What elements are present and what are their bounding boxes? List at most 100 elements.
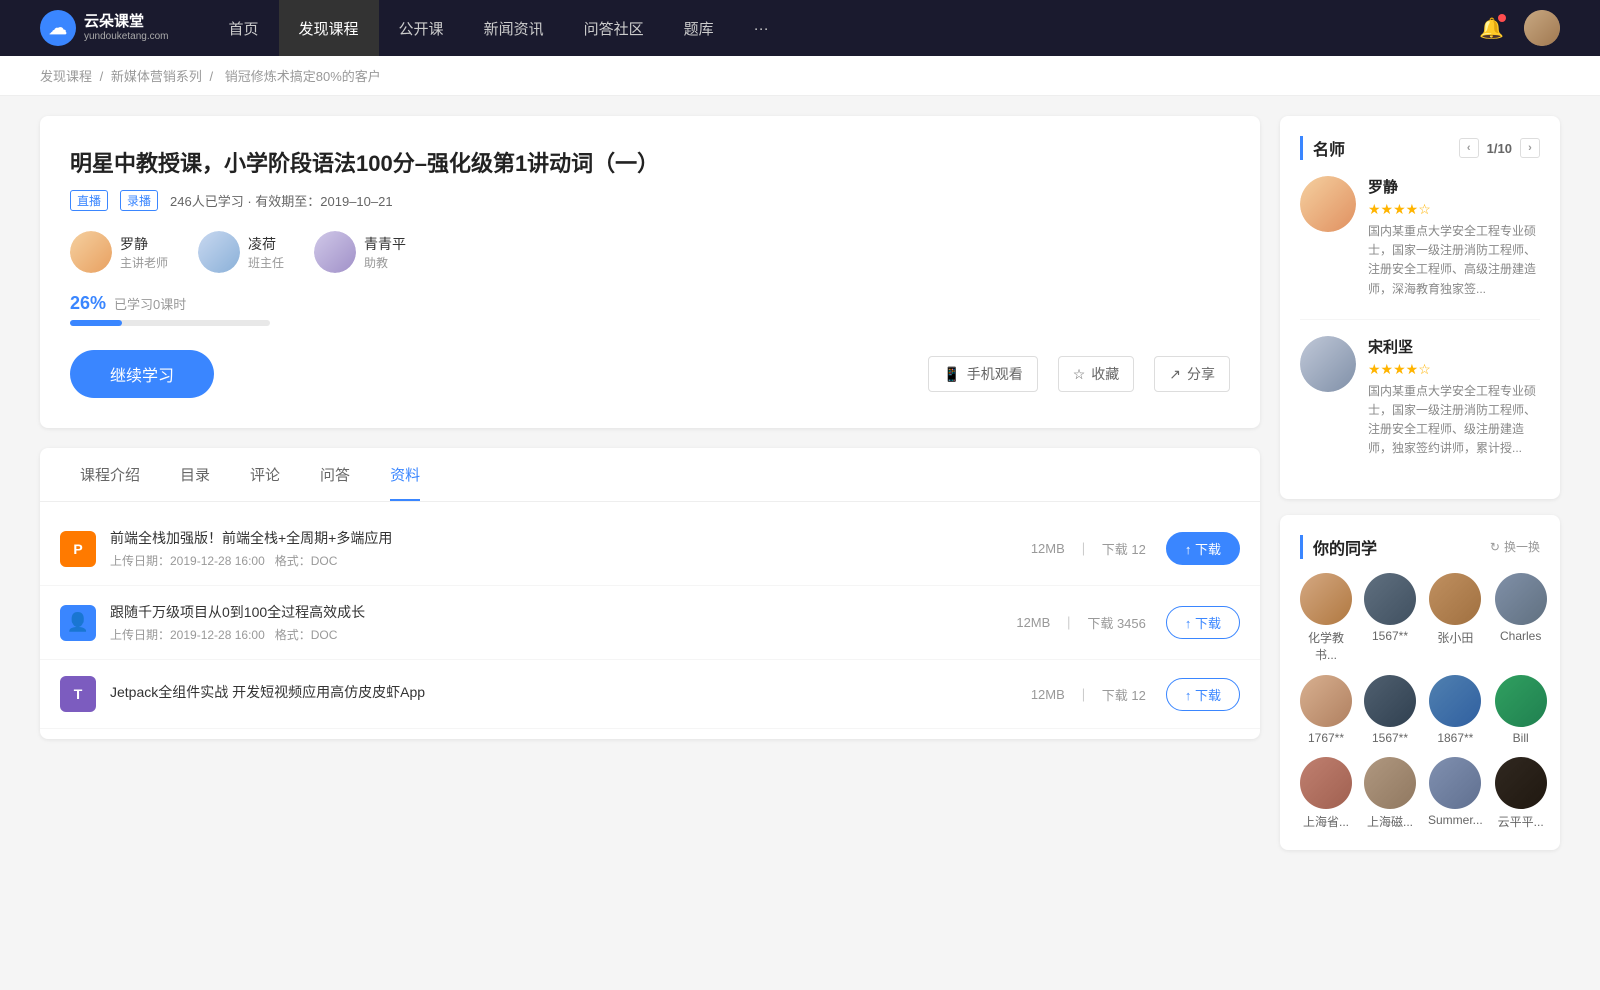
teacher-divider [1300, 319, 1540, 320]
course-actions: 继续学习 📱 手机观看 ☆ 收藏 ↗ 分享 [70, 350, 1230, 398]
breadcrumb-sep-2: / [210, 69, 217, 84]
breadcrumb: 发现课程 / 新媒体营销系列 / 销冠修炼术搞定80%的客户 [0, 56, 1600, 96]
favorite-button[interactable]: ☆ 收藏 [1058, 356, 1135, 392]
student-5-avatar [1300, 675, 1352, 727]
teacher-2-name: 凌荷 [248, 234, 284, 254]
mobile-icon: 📱 [943, 366, 960, 383]
student-9-name: 上海省... [1303, 813, 1349, 830]
next-teacher-arrow[interactable]: › [1520, 138, 1540, 158]
teacher-1-role: 主讲老师 [120, 254, 168, 271]
nav-open[interactable]: 公开课 [379, 0, 464, 56]
teacher-2-avatar [198, 231, 240, 273]
nav-discover[interactable]: 发现课程 [279, 0, 379, 56]
nav-news[interactable]: 新闻资讯 [464, 0, 564, 56]
sidebar-teacher-1-img [1300, 176, 1356, 232]
famous-teachers-title: 名师 ‹ 1/10 › [1300, 136, 1540, 160]
progress-section: 26% 已学习0课时 [70, 293, 1230, 326]
teacher-3-avatar [314, 231, 356, 273]
teacher-3-avatar-img [314, 231, 356, 273]
classmates-title: 你的同学 [1300, 535, 1377, 559]
tab-qa[interactable]: 问答 [300, 448, 370, 501]
share-label: 分享 [1187, 364, 1215, 384]
nav-right: 🔔 [1479, 10, 1560, 46]
mobile-watch-button[interactable]: 📱 手机观看 [928, 356, 1037, 392]
student-3-avatar [1429, 573, 1481, 625]
teacher-2-role: 班主任 [248, 254, 284, 271]
teacher-1: 罗静 主讲老师 [70, 231, 168, 273]
teacher-page: 1/10 [1487, 141, 1512, 156]
tab-intro[interactable]: 课程介绍 [60, 448, 160, 501]
student-6: 1567** [1364, 675, 1416, 745]
student-5: 1767** [1300, 675, 1352, 745]
teacher-3-info: 青青平 助教 [364, 234, 406, 271]
famous-teachers-card: 名师 ‹ 1/10 › 罗静 ★★★★☆ [1280, 116, 1560, 499]
download-button-1[interactable]: ↑ 下载 [1166, 532, 1240, 565]
main-layout: 明星中教授课，小学阶段语法100分–强化级第1讲动词（一） 直播 录播 246人… [0, 96, 1600, 886]
progress-bar-fill [70, 320, 122, 326]
tab-resources[interactable]: 资料 [370, 448, 440, 501]
user-avatar[interactable] [1524, 10, 1560, 46]
sidebar-teacher-2-info: 宋利坚 ★★★★☆ 国内某重点大学安全工程专业硕士，国家一级注册消防工程师、注册… [1368, 336, 1540, 459]
teacher-3: 青青平 助教 [314, 231, 406, 273]
sidebar-teacher-1-stars: ★★★★☆ [1368, 201, 1540, 218]
teachers-list: 罗静 主讲老师 凌荷 班主任 [70, 231, 1230, 273]
download-button-2[interactable]: ↑ 下载 [1166, 606, 1240, 639]
sidebar-teacher-2-img [1300, 336, 1356, 392]
nav-items: 首页 发现课程 公开课 新闻资讯 问答社区 题库 ··· [209, 0, 1480, 56]
breadcrumb-link-series[interactable]: 新媒体营销系列 [111, 69, 202, 84]
resource-item: P 前端全栈加强版！前端全栈+全周期+多端应用 上传日期：2019-12-28 … [40, 512, 1260, 586]
logo[interactable]: ☁ 云朵课堂 yundouketang.com [40, 10, 169, 46]
logo-text: 云朵课堂 yundouketang.com [84, 13, 169, 43]
resource-name-1: 前端全栈加强版！前端全栈+全周期+多端应用 [110, 528, 1031, 548]
resource-item: 👤 跟随千万级项目从0到100全过程高效成长 上传日期：2019-12-28 1… [40, 586, 1260, 660]
student-7-avatar [1429, 675, 1481, 727]
resource-stats-1: 12MB ｜ 下载 12 [1031, 539, 1146, 558]
logo-icon: ☁ [40, 10, 76, 46]
teacher-2-info: 凌荷 班主任 [248, 234, 284, 271]
resource-info-2: 跟随千万级项目从0到100全过程高效成长 上传日期：2019-12-28 16:… [110, 602, 1016, 643]
sidebar-teacher-2-desc: 国内某重点大学安全工程专业硕士，国家一级注册消防工程师、注册安全工程师、级注册建… [1368, 382, 1540, 459]
avatar-image [1524, 10, 1560, 46]
teacher-3-role: 助教 [364, 254, 406, 271]
prev-teacher-arrow[interactable]: ‹ [1459, 138, 1479, 158]
progress-bar-bg [70, 320, 270, 326]
tab-review[interactable]: 评论 [230, 448, 300, 501]
favorite-label: 收藏 [1091, 364, 1119, 384]
student-2-name: 1567** [1372, 629, 1408, 643]
nav-exam[interactable]: 题库 [664, 0, 734, 56]
tab-catalog[interactable]: 目录 [160, 448, 230, 501]
content-area: 明星中教授课，小学阶段语法100分–强化级第1讲动词（一） 直播 录播 246人… [40, 116, 1260, 866]
refresh-button[interactable]: ↻ 换一换 [1490, 538, 1540, 555]
continue-button[interactable]: 继续学习 [70, 350, 214, 398]
bell-icon[interactable]: 🔔 [1479, 16, 1504, 41]
student-4-avatar [1495, 573, 1547, 625]
teacher-1-avatar [70, 231, 112, 273]
resource-name-2: 跟随千万级项目从0到100全过程高效成长 [110, 602, 1016, 622]
student-8-name: Bill [1513, 731, 1529, 745]
notification-dot [1498, 14, 1506, 22]
download-button-3[interactable]: ↑ 下载 [1166, 678, 1240, 711]
course-card: 明星中教授课，小学阶段语法100分–强化级第1讲动词（一） 直播 录播 246人… [40, 116, 1260, 428]
sidebar-teacher-2-avatar [1300, 336, 1356, 392]
nav-home[interactable]: 首页 [209, 0, 279, 56]
refresh-icon: ↻ [1490, 540, 1500, 554]
students-grid: 化学教书... 1567** 张小田 Charles 1767** [1300, 573, 1540, 830]
student-3-name: 张小田 [1437, 629, 1473, 646]
teacher-pagination: ‹ 1/10 › [1459, 138, 1540, 158]
student-10-name: 上海磁... [1367, 813, 1413, 830]
breadcrumb-sep-1: / [100, 69, 107, 84]
student-11-name: Summer... [1428, 813, 1483, 827]
classmates-card: 你的同学 ↻ 换一换 化学教书... 1567** 张小田 [1280, 515, 1560, 850]
student-9: 上海省... [1300, 757, 1352, 830]
share-button[interactable]: ↗ 分享 [1154, 356, 1230, 392]
resource-icon-1: P [60, 531, 96, 567]
resource-stats-2: 12MB ｜ 下载 3456 [1016, 613, 1146, 632]
student-3: 张小田 [1428, 573, 1483, 663]
sidebar-teacher-2-stars: ★★★★☆ [1368, 361, 1540, 378]
teacher-1-name: 罗静 [120, 234, 168, 254]
student-1: 化学教书... [1300, 573, 1352, 663]
nav-more[interactable]: ··· [734, 0, 789, 56]
sidebar-teacher-2: 宋利坚 ★★★★☆ 国内某重点大学安全工程专业硕士，国家一级注册消防工程师、注册… [1300, 336, 1540, 459]
nav-qa[interactable]: 问答社区 [564, 0, 664, 56]
breadcrumb-link-discover[interactable]: 发现课程 [40, 69, 92, 84]
